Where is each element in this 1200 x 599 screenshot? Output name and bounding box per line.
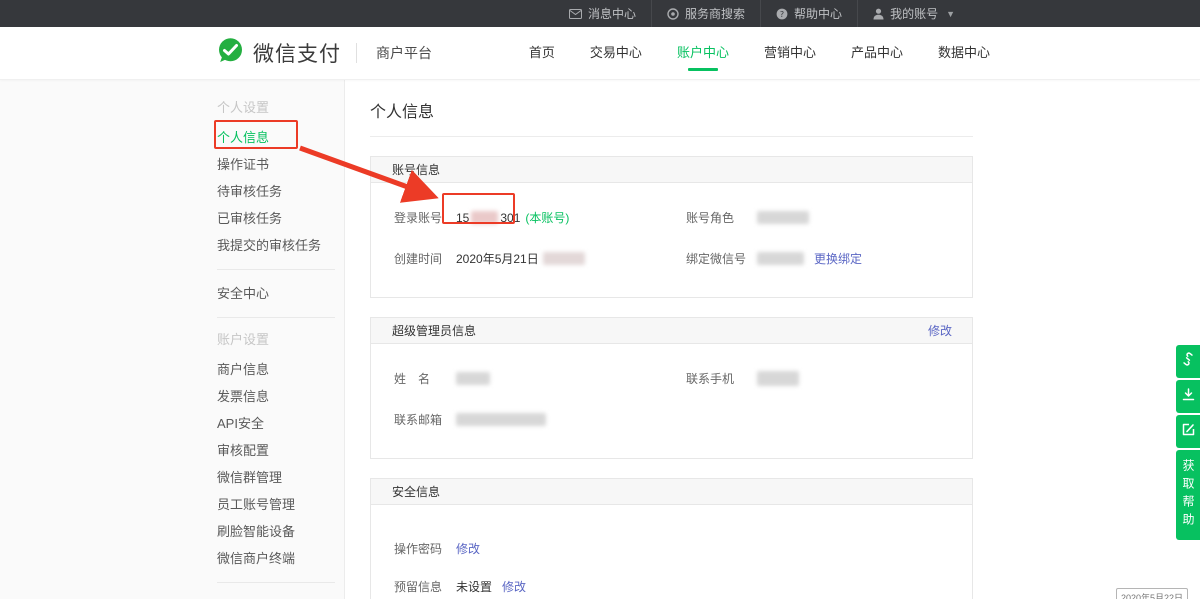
topbar-my-account[interactable]: 我的账号 ▼ xyxy=(857,0,970,27)
feedback-button[interactable] xyxy=(1176,415,1200,448)
super-admin-modify-link[interactable]: 修改 xyxy=(928,322,952,339)
sidebar-item-personal-info[interactable]: 个人信息 xyxy=(217,124,344,151)
account-role-label: 账号角色 xyxy=(686,209,757,226)
wechat-pay-logo-icon xyxy=(217,37,244,69)
security-info-card: 安全信息 操作密码 修改 预留信息 未设置 修改 预留信息 xyxy=(370,478,973,599)
download-button[interactable] xyxy=(1176,380,1200,413)
sidebar-section-account-settings: 账户设置 xyxy=(217,328,344,352)
created-time-label: 创建时间 xyxy=(394,250,456,267)
login-prefix: 15 xyxy=(456,211,469,225)
utility-topbar: 消息中心 服务商搜索 ? 帮助中心 我的账号 ▼ xyxy=(0,0,1200,27)
chevron-down-icon: ▼ xyxy=(946,9,955,19)
site-header: 微信支付 商户平台 首页 交易中心 账户中心 营销中心 产品中心 数据中心 xyxy=(0,27,1200,80)
card-title-super-admin: 超级管理员信息 xyxy=(392,322,476,339)
brand-divider xyxy=(356,43,357,63)
sidebar: 个人设置 个人信息 操作证书 待审核任务 已审核任务 我提交的审核任务 安全中心… xyxy=(0,80,345,599)
wechat-pay-merchant-portal: 消息中心 服务商搜索 ? 帮助中心 我的账号 ▼ xyxy=(0,0,1200,599)
topbar-message-center[interactable]: 消息中心 xyxy=(554,0,651,27)
sidebar-item-reviewed-tasks[interactable]: 已审核任务 xyxy=(217,205,344,232)
brand-portal-label: 商户平台 xyxy=(376,43,432,63)
nav-data-center[interactable]: 数据中心 xyxy=(938,36,990,71)
sidebar-item-security-center[interactable]: 安全中心 xyxy=(217,280,344,307)
card-title-security-info: 安全信息 xyxy=(392,483,440,500)
search-icon xyxy=(667,8,679,20)
login-suffix: 301 xyxy=(500,211,520,225)
sidebar-section-personal-settings: 个人设置 xyxy=(217,96,344,120)
person-icon xyxy=(873,8,884,20)
svg-text:?: ? xyxy=(780,9,784,18)
page-body: 个人设置 个人信息 操作证书 待审核任务 已审核任务 我提交的审核任务 安全中心… xyxy=(0,80,1200,599)
topbar-provider-search[interactable]: 服务商搜索 xyxy=(651,0,760,27)
reserved-info-label: 预留信息 xyxy=(394,578,456,595)
redacted-contact-email xyxy=(456,413,546,426)
redacted-name xyxy=(456,372,490,385)
topbar-help-center[interactable]: ? 帮助中心 xyxy=(760,0,857,27)
redacted-contact-phone xyxy=(757,371,799,386)
edit-icon xyxy=(1182,423,1195,441)
redacted-account-role xyxy=(757,211,809,224)
change-binding-link[interactable]: 更换绑定 xyxy=(814,250,862,267)
envelope-icon xyxy=(569,9,582,19)
sidebar-item-merchant-info[interactable]: 商户信息 xyxy=(217,356,344,383)
nav-account-center[interactable]: 账户中心 xyxy=(677,36,729,71)
login-account-value: 15 301 (本账号) xyxy=(456,209,569,226)
contact-phone-label: 联系手机 xyxy=(686,370,757,387)
sidebar-item-review-config[interactable]: 审核配置 xyxy=(217,437,344,464)
operation-password-modify-link[interactable]: 修改 xyxy=(456,540,480,557)
topbar-item-label: 消息中心 xyxy=(588,5,636,22)
operation-password-label: 操作密码 xyxy=(394,540,456,557)
contact-email-label: 联系邮箱 xyxy=(394,411,456,428)
account-info-card: 账号信息 登录账号 15 301 (本账号) xyxy=(370,156,973,298)
topbar-item-label: 帮助中心 xyxy=(794,5,842,22)
download-icon xyxy=(1182,388,1195,406)
reserved-info-status: 未设置 xyxy=(456,578,492,595)
current-account-note: (本账号) xyxy=(525,209,569,226)
main-content: 个人信息 账号信息 登录账号 15 30 xyxy=(345,80,1200,599)
sidebar-item-operation-certificate[interactable]: 操作证书 xyxy=(217,151,344,178)
name-label: 姓 名 xyxy=(394,370,456,387)
get-help-button[interactable]: 获取帮助 xyxy=(1176,450,1200,540)
sidebar-item-my-submitted-tasks[interactable]: 我提交的审核任务 xyxy=(217,232,344,259)
link-icon xyxy=(1182,352,1194,371)
topbar-item-label: 我的账号 xyxy=(890,5,938,22)
login-account-label: 登录账号 xyxy=(394,209,456,226)
created-time-value: 2020年5月21日 xyxy=(456,250,539,267)
nav-product-center[interactable]: 产品中心 xyxy=(851,36,903,71)
nav-home[interactable]: 首页 xyxy=(529,36,555,71)
sidebar-item-invoice-info[interactable]: 发票信息 xyxy=(217,383,344,410)
reserved-info-modify-link[interactable]: 修改 xyxy=(502,578,526,595)
redacted-login-middle xyxy=(471,211,498,224)
question-icon: ? xyxy=(776,8,788,20)
sidebar-item-pending-review-tasks[interactable]: 待审核任务 xyxy=(217,178,344,205)
sidebar-item-staff-account-mgmt[interactable]: 员工账号管理 xyxy=(217,491,344,518)
redacted-created-time xyxy=(543,252,585,265)
nav-transaction-center[interactable]: 交易中心 xyxy=(590,36,642,71)
super-admin-card: 超级管理员信息 修改 姓 名 联系手机 xyxy=(370,317,973,459)
card-title-account-info: 账号信息 xyxy=(392,161,440,178)
topbar-item-label: 服务商搜索 xyxy=(685,5,745,22)
primary-nav: 首页 交易中心 账户中心 营销中心 产品中心 数据中心 xyxy=(529,36,990,71)
sidebar-item-wechat-merchant-terminal[interactable]: 微信商户终端 xyxy=(217,545,344,572)
nav-marketing-center[interactable]: 营销中心 xyxy=(764,36,816,71)
bound-wechat-label: 绑定微信号 xyxy=(686,250,757,267)
share-link-button[interactable] xyxy=(1176,345,1200,378)
get-help-label: 获取帮助 xyxy=(1176,459,1200,531)
brand[interactable]: 微信支付 商户平台 xyxy=(217,37,432,69)
sidebar-divider xyxy=(217,269,335,270)
page-title: 个人信息 xyxy=(370,98,973,137)
brand-name: 微信支付 xyxy=(253,38,341,68)
date-chip: 2020年5月22日 xyxy=(1116,588,1188,599)
sidebar-divider xyxy=(217,317,335,318)
floating-help-rail: 获取帮助 xyxy=(1176,345,1200,540)
sidebar-item-wechat-group-mgmt[interactable]: 微信群管理 xyxy=(217,464,344,491)
redacted-bound-wechat xyxy=(757,252,804,265)
sidebar-item-face-smart-device[interactable]: 刷脸智能设备 xyxy=(217,518,344,545)
sidebar-item-api-security[interactable]: API安全 xyxy=(217,410,344,437)
sidebar-divider xyxy=(217,582,335,583)
